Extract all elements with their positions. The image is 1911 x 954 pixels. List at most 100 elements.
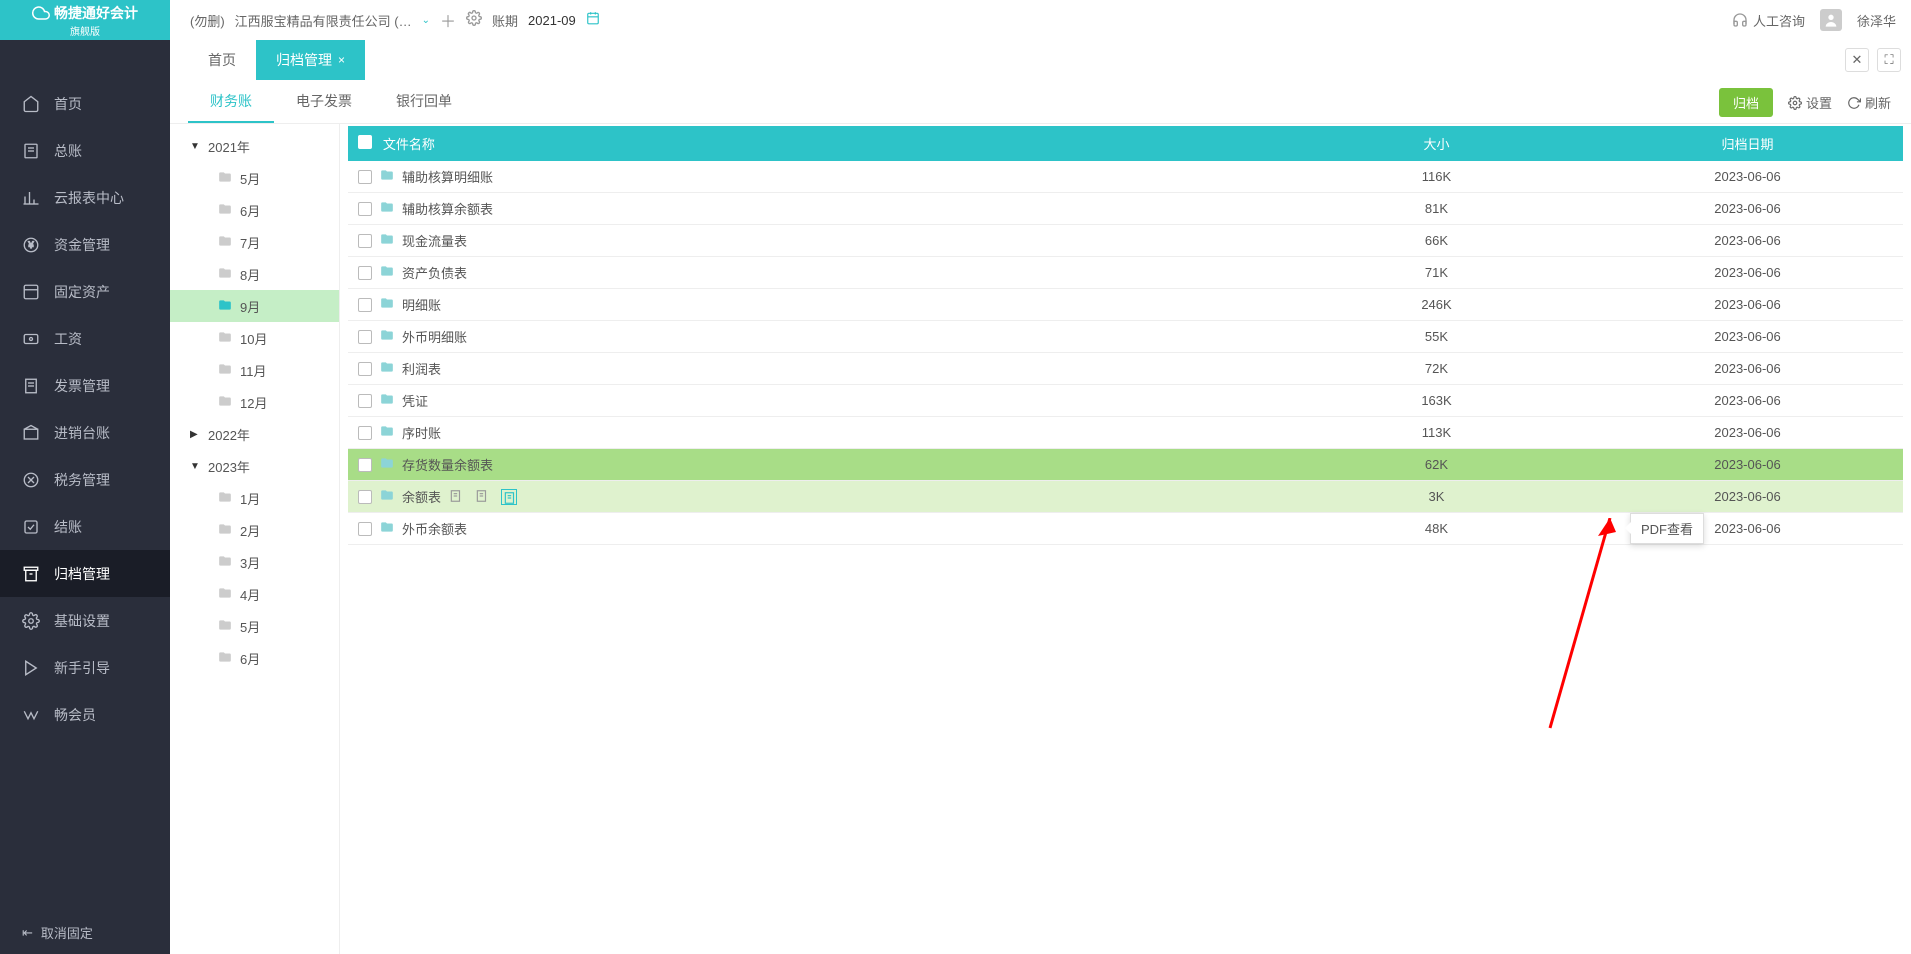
tree-year[interactable]: ▼2023年 [170, 450, 339, 482]
sidebar-item-chart[interactable]: 云报表中心 [0, 174, 170, 221]
year-tree: ▼2021年5月6月7月8月9月10月11月12月▶2022年▼2023年1月2… [170, 124, 340, 954]
file-date: 2023-06-06 [1592, 225, 1903, 257]
settings-link[interactable]: 设置 [1788, 93, 1832, 112]
sidebar-item-inventory[interactable]: 进销台账 [0, 409, 170, 456]
tree-month[interactable]: 5月 [170, 610, 339, 642]
sidebar-item-invoice[interactable]: 发票管理 [0, 362, 170, 409]
tree-month[interactable]: 10月 [170, 322, 339, 354]
sidebar-item-tax[interactable]: 税务管理 [0, 456, 170, 503]
sidebar-item-label: 发票管理 [54, 376, 110, 396]
row-checkbox[interactable] [358, 234, 372, 248]
sidebar-item-label: 首页 [54, 94, 82, 114]
file-date: 2023-06-06 [1592, 257, 1903, 289]
avatar-icon[interactable] [1820, 9, 1842, 31]
tree-month-label: 10月 [240, 329, 267, 348]
file-size: 163K [1281, 385, 1592, 417]
sidebar-item-settings[interactable]: 基础设置 [0, 597, 170, 644]
sidebar-unpin[interactable]: ⇤ 取消固定 [0, 911, 170, 954]
row-checkbox[interactable] [358, 426, 372, 440]
table-row[interactable]: 辅助核算明细账116K2023-06-06 [348, 161, 1903, 193]
table-row[interactable]: 利润表72K2023-06-06 [348, 353, 1903, 385]
row-checkbox[interactable] [358, 394, 372, 408]
tree-month[interactable]: 12月 [170, 386, 339, 418]
topbar: (勿删) 江西服宝精品有限责任公司 (… ⌄ ＋ 账期 2021-09 人工咨询… [0, 0, 1911, 40]
table-row[interactable]: 现金流量表66K2023-06-06 [348, 225, 1903, 257]
company-name[interactable]: 江西服宝精品有限责任公司 (… [235, 11, 412, 30]
tree-month[interactable]: 11月 [170, 354, 339, 386]
sidebar-item-ledger[interactable]: 总账 [0, 127, 170, 174]
tree-month[interactable]: 4月 [170, 578, 339, 610]
plus-icon[interactable]: ＋ [440, 8, 456, 32]
tree-month[interactable]: 6月 [170, 642, 339, 674]
tree-year[interactable]: ▼2021年 [170, 130, 339, 162]
sidebar-item-label: 资金管理 [54, 235, 110, 255]
row-checkbox[interactable] [358, 522, 372, 536]
tree-month[interactable]: 7月 [170, 226, 339, 258]
table-row[interactable]: 辅助核算余额表81K2023-06-06 [348, 193, 1903, 225]
company-prefix: (勿删) [190, 11, 225, 30]
select-all-checkbox[interactable] [358, 135, 372, 149]
row-checkbox[interactable] [358, 170, 372, 184]
table-row[interactable]: 明细账246K2023-06-06 [348, 289, 1903, 321]
file-size: 71K [1281, 257, 1592, 289]
calendar-icon[interactable] [586, 11, 600, 30]
table-row[interactable]: 资产负债表71K2023-06-06 [348, 257, 1903, 289]
row-checkbox[interactable] [358, 298, 372, 312]
fullscreen-button[interactable]: ⛶ [1877, 48, 1901, 72]
tree-month[interactable]: 1月 [170, 482, 339, 514]
sidebar-item-asset[interactable]: 固定资产 [0, 268, 170, 315]
row-checkbox[interactable] [358, 362, 372, 376]
tab-首页[interactable]: 首页 [188, 40, 256, 80]
tree-month[interactable]: 2月 [170, 514, 339, 546]
caret-down-icon: ▼ [190, 461, 200, 472]
user-name[interactable]: 徐泽华 [1857, 11, 1896, 30]
row-checkbox[interactable] [358, 330, 372, 344]
sidebar-item-label: 固定资产 [54, 282, 110, 302]
sidebar-item-money[interactable]: ¥资金管理 [0, 221, 170, 268]
table-row[interactable]: 序时账113K2023-06-06 [348, 417, 1903, 449]
pdf-download-icon[interactable] [475, 489, 491, 505]
table-row[interactable]: 余额表3K2023-06-06 [348, 481, 1903, 513]
tab-close-icon[interactable]: × [338, 53, 345, 67]
table-row[interactable]: 存货数量余额表62K2023-06-06 [348, 449, 1903, 481]
sidebar-item-closing[interactable]: 结账 [0, 503, 170, 550]
archive-button[interactable]: 归档 [1719, 88, 1773, 117]
chart-icon [22, 189, 40, 207]
tree-month[interactable]: 3月 [170, 546, 339, 578]
folder-icon [218, 298, 232, 315]
table-row[interactable]: 外币明细账55K2023-06-06 [348, 321, 1903, 353]
refresh-link[interactable]: 刷新 [1847, 93, 1891, 112]
company-dropdown-icon[interactable]: ⌄ [422, 15, 430, 26]
excel-download-icon[interactable] [449, 489, 465, 505]
row-checkbox[interactable] [358, 202, 372, 216]
sidebar-item-home[interactable]: 首页 [0, 80, 170, 127]
folder-icon [218, 266, 232, 283]
tab-close-button[interactable]: ✕ [1845, 48, 1869, 72]
tree-month[interactable]: 5月 [170, 162, 339, 194]
sidebar-item-guide[interactable]: 新手引导 [0, 644, 170, 691]
sidebar-item-salary[interactable]: 工资 [0, 315, 170, 362]
pdf-view-icon[interactable] [501, 489, 517, 505]
folder-icon [380, 360, 394, 377]
tree-month[interactable]: 8月 [170, 258, 339, 290]
folder-icon [380, 328, 394, 345]
table-row[interactable]: 凭证163K2023-06-06 [348, 385, 1903, 417]
file-size: 116K [1281, 161, 1592, 193]
tree-year[interactable]: ▶2022年 [170, 418, 339, 450]
tree-month[interactable]: 6月 [170, 194, 339, 226]
subtab-银行回单[interactable]: 银行回单 [374, 81, 474, 123]
sidebar-item-archive[interactable]: 归档管理 [0, 550, 170, 597]
file-date: 2023-06-06 [1592, 321, 1903, 353]
subtab-电子发票[interactable]: 电子发票 [274, 81, 374, 123]
row-checkbox[interactable] [358, 490, 372, 504]
sidebar-item-vip[interactable]: 畅会员 [0, 691, 170, 738]
period-value[interactable]: 2021-09 [528, 13, 576, 28]
subtab-财务账[interactable]: 财务账 [188, 81, 274, 123]
row-checkbox[interactable] [358, 266, 372, 280]
tab-归档管理[interactable]: 归档管理× [256, 40, 365, 80]
tree-month[interactable]: 9月 [170, 290, 339, 322]
consult-link[interactable]: 人工咨询 [1732, 11, 1805, 30]
row-checkbox[interactable] [358, 458, 372, 472]
folder-icon [218, 650, 232, 667]
gear-icon[interactable] [466, 10, 482, 31]
